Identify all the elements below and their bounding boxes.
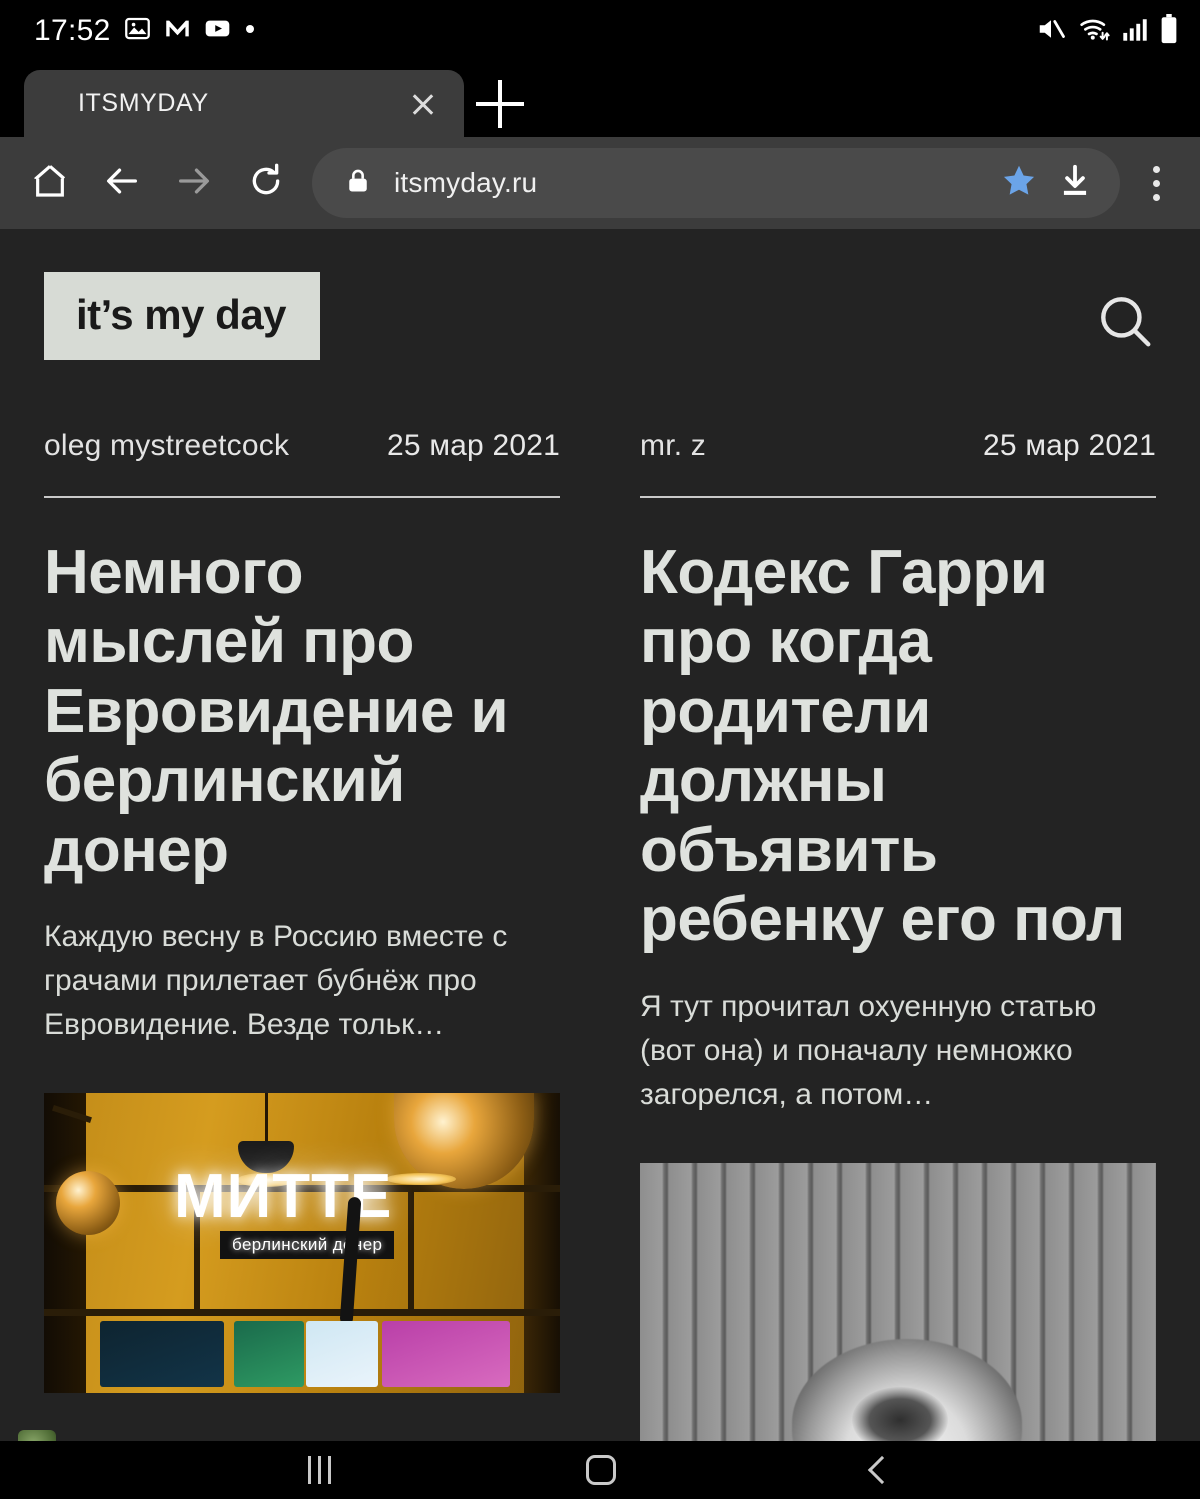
thumb-menu-board-4 [382,1321,510,1388]
wifi-icon [1078,14,1110,49]
article-card[interactable]: oleg mystreetcock 25 мар 2021 Немного мы… [44,429,560,1441]
reload-icon [246,161,286,206]
status-time: 17:52 [34,14,111,47]
article-headline[interactable]: Немного мыслей про Евровидение и берлинс… [44,538,560,885]
download-icon[interactable] [1056,162,1094,205]
more-options-menu-icon[interactable] [1126,147,1186,219]
thumb-sign-subtitle: берлинский дёнер [220,1231,395,1260]
thumb-lamp-cord [265,1093,268,1144]
divider [44,496,560,498]
article-thumbnail-blonde-hair-fence-photo[interactable] [640,1162,1156,1441]
arrow-left-icon [102,161,142,206]
thumb-menu-board-3 [306,1321,378,1388]
close-tab-icon[interactable] [404,85,442,123]
signal-icon [1122,16,1148,47]
status-bar: 17:52 [0,0,1200,62]
tab-title: ITSMYDAY [78,89,209,117]
status-bar-left: 17:52 [34,14,256,48]
lock-icon [344,167,372,200]
gallery-icon [124,15,151,47]
article-excerpt: Каждую весну в Россию вместе с грачами п… [44,920,508,1042]
browser-toolbar: itsmyday.ru [0,137,1200,229]
site-logo[interactable]: it’s my day [44,272,321,360]
thumb-beam-lower [44,1309,560,1317]
home-button[interactable] [14,147,86,219]
article-headline[interactable]: Кодекс Гарри про когда родители должны о… [640,538,1156,955]
article-feed: oleg mystreetcock 25 мар 2021 Немного мы… [0,429,1200,1441]
tab-strip: ITSMYDAY [0,62,1200,137]
thumb-menu-board-1 [100,1321,224,1388]
recent-apps-icon[interactable] [307,1456,331,1484]
article-card[interactable]: mr. z 25 мар 2021 Кодекс Гарри про когда… [640,429,1156,1441]
new-tab-icon[interactable] [476,80,524,128]
home-icon[interactable] [586,1455,617,1485]
back-button[interactable] [86,147,158,219]
home-icon [30,161,70,206]
article-excerpt: Я тут прочитал охуенную статью (вот она)… [640,989,1097,1111]
address-bar[interactable]: itsmyday.ru [312,148,1120,218]
forward-button[interactable] [158,147,230,219]
gmail-icon [164,15,191,47]
article-author[interactable]: oleg mystreetcock [44,429,289,463]
article-meta: oleg mystreetcock 25 мар 2021 [44,429,560,463]
article-date: 25 мар 2021 [983,429,1156,462]
thumb-glass-globe-left [56,1171,120,1236]
browser-tab-itsmyday[interactable]: ITSMYDAY [24,70,464,137]
bookmark-star-icon[interactable] [1000,162,1038,205]
web-page-content: it’s my day oleg mystreetcock 25 мар 202… [0,229,1200,1441]
arrow-right-icon [174,161,214,206]
thumb-menu-board-2 [234,1321,304,1388]
thumb-wall-left-shadow [44,1093,86,1394]
battery-icon [1160,13,1178,49]
address-bar-actions [1000,162,1120,205]
mute-icon [1036,14,1066,49]
site-header: it’s my day [0,229,1200,429]
article-thumbnail-mitte-doner-sign-photo[interactable]: МИТТЕ берлинский дёнер [44,1093,560,1394]
article-date: 25 мар 2021 [387,429,560,462]
article-meta: mr. z 25 мар 2021 [640,429,1156,463]
android-navigation-bar [0,1441,1200,1499]
youtube-icon [204,15,231,47]
phone-screen: 17:52 ITSMYDAY itsmyday.ru it’s my day o… [0,0,1200,1499]
back-icon[interactable] [867,1455,897,1485]
search-icon [1094,297,1156,356]
thumb-beam-vertical-2 [408,1185,414,1316]
status-bar-right [1036,13,1178,49]
reload-button[interactable] [230,147,302,219]
url-text: itsmyday.ru [394,167,538,198]
article-author[interactable]: mr. z [640,429,706,463]
dot-icon [244,22,256,40]
divider [640,496,1156,498]
search-button[interactable] [1094,290,1156,352]
